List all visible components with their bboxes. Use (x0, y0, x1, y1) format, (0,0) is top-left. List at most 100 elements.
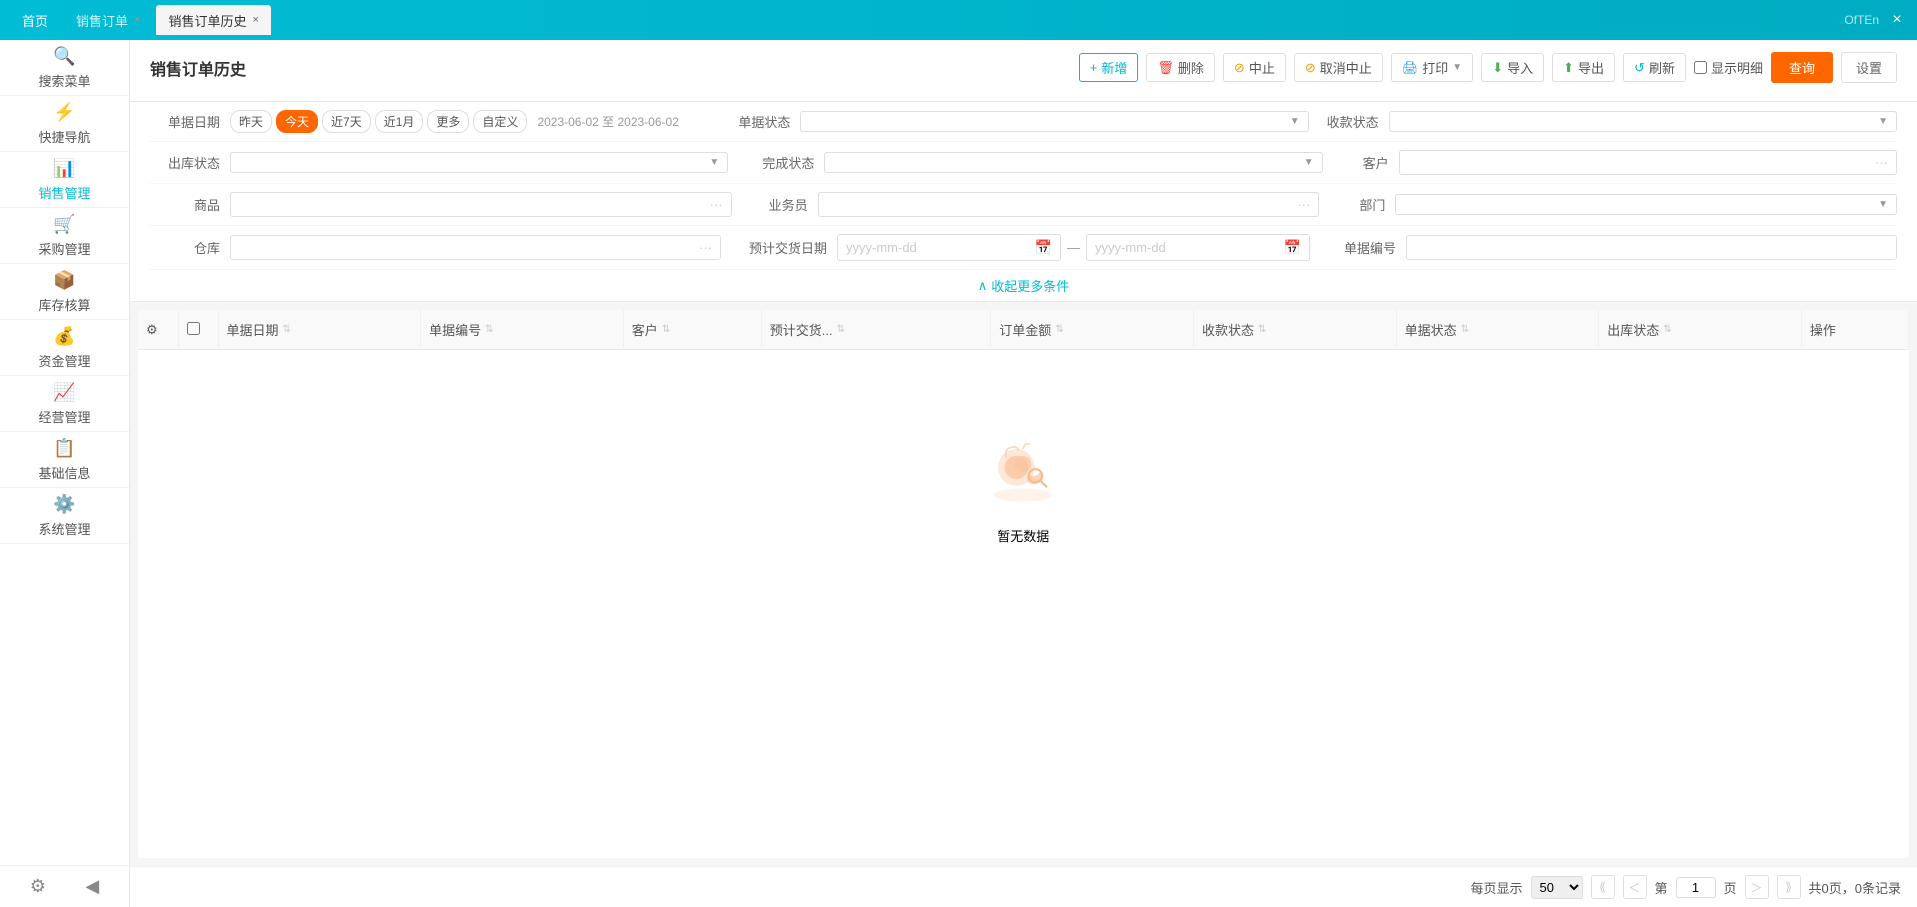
doc-no-label: 单据编号 (1336, 238, 1396, 257)
th-doc-status-label: 单据状态 (1405, 320, 1457, 339)
payment-status-select[interactable]: ▼ (1389, 111, 1897, 132)
delete-button[interactable]: 🗑 删除 (1146, 53, 1215, 82)
doc-no-field[interactable] (1415, 240, 1888, 255)
th-delivery: 预计交货... ⇅ (761, 310, 991, 350)
dept-arrow-icon: ▼ (1878, 199, 1888, 210)
collapse-btn[interactable]: ∧ 收起更多条件 (150, 270, 1897, 301)
table-header-row: ⚙ 单据日期 ⇅ 单据编号 (138, 310, 1909, 350)
salesperson-label: 业务员 (758, 195, 808, 214)
delivery-date-start[interactable]: yyyy-mm-dd 📅 (837, 234, 1061, 261)
new-button[interactable]: + 新增 (1079, 53, 1139, 82)
empty-text: 暂无数据 (997, 526, 1049, 545)
delete-icon: 🗑 (1157, 60, 1174, 76)
often-tag: OfTEn (1844, 13, 1879, 27)
sidebar-item-inventory-label: 库存核算 (38, 295, 90, 314)
window-close-btn[interactable]: × (1887, 10, 1907, 30)
complete-status-select[interactable]: ▼ (824, 152, 1322, 173)
delivery-date-range: yyyy-mm-dd 📅 — yyyy-mm-dd 📅 (837, 234, 1310, 261)
product-select[interactable]: ··· (230, 192, 732, 217)
th-doc-no-label: 单据编号 (429, 320, 481, 339)
select-all-checkbox[interactable] (187, 322, 200, 335)
tab-sales-order[interactable]: 销售订单 × (64, 5, 152, 35)
sidebar: 🔍 搜索菜单 ⚡ 快捷导航 📊 销售管理 🛒 采购管理 📦 库存核算 💰 资金管… (0, 40, 130, 907)
settings-button[interactable]: 设置 (1841, 52, 1897, 83)
delete-label: 删除 (1178, 58, 1204, 77)
export-button[interactable]: ⬆ 导出 (1552, 53, 1615, 82)
cancel-stop-button[interactable]: ⊘ 取消中止 (1294, 53, 1383, 82)
sidebar-item-operation-label: 经营管理 (38, 407, 90, 426)
th-customer-sort-icon[interactable]: ⇅ (662, 324, 670, 335)
date-btn-yesterday[interactable]: 昨天 (230, 110, 272, 133)
show-detail-checkbox[interactable] (1694, 61, 1707, 74)
import-label: 导入 (1507, 58, 1533, 77)
filter-row-1: 单据日期 昨天 今天 近7天 近1月 更多 自定义 2023-06-02 至 2… (150, 102, 1897, 142)
complete-status-label: 完成状态 (754, 153, 814, 172)
sidebar-item-base-info[interactable]: 📋 基础信息 (0, 432, 129, 488)
th-delivery-sort-icon[interactable]: ⇅ (837, 324, 845, 335)
cancel-stop-icon: ⊘ (1305, 60, 1316, 76)
print-icon: 🖨 (1402, 60, 1419, 76)
sidebar-item-purchase[interactable]: 🛒 采购管理 (0, 208, 129, 264)
th-amount-sort-icon[interactable]: ⇅ (1055, 324, 1063, 335)
pagination: 每页显示 10 20 50 100 ⟪ ＜ 第 页 ＞ ⟫ 共0页，0条记录 (130, 866, 1917, 907)
first-page-btn[interactable]: ⟪ (1591, 875, 1615, 899)
search-icon: 🔍 (53, 46, 75, 67)
tab-sales-history-close[interactable]: × (252, 14, 258, 26)
date-btn-7days[interactable]: 近7天 (322, 110, 371, 133)
tab-home[interactable]: 首页 (10, 5, 60, 35)
th-doc-status-sort-icon[interactable]: ⇅ (1461, 324, 1469, 335)
salesperson-select[interactable]: ··· (818, 192, 1320, 217)
sidebar-item-operation[interactable]: 📈 经营管理 (0, 376, 129, 432)
sidebar-item-system[interactable]: ⚙️ 系统管理 (0, 488, 129, 544)
dept-select[interactable]: ▼ (1395, 194, 1897, 215)
date-btn-custom[interactable]: 自定义 (473, 110, 527, 133)
tab-sales-order-close[interactable]: × (134, 14, 140, 26)
th-customer: 客户 ⇅ (623, 310, 761, 350)
collapse-icon: ∧ (978, 278, 988, 294)
th-outbound-status-sort-icon[interactable]: ⇅ (1663, 324, 1671, 335)
tab-sales-history-label: 销售订单历史 (168, 11, 246, 30)
date-btn-1month[interactable]: 近1月 (375, 110, 424, 133)
th-settings: ⚙ (138, 310, 178, 350)
purchase-icon: 🛒 (53, 214, 75, 235)
delivery-date-end[interactable]: yyyy-mm-dd 📅 (1086, 234, 1310, 261)
th-doc-no-sort-icon[interactable]: ⇅ (485, 324, 493, 335)
stop-button[interactable]: ⊘ 中止 (1223, 53, 1286, 82)
dept-label: 部门 (1345, 195, 1385, 214)
tab-sales-history[interactable]: 销售订单历史 × (156, 5, 270, 35)
print-button[interactable]: 🖨 打印 ▼ (1391, 53, 1473, 82)
payment-status-arrow-icon: ▼ (1878, 116, 1888, 127)
delivery-date-end-placeholder: yyyy-mm-dd (1095, 240, 1284, 255)
next-page-btn[interactable]: ＞ (1745, 875, 1769, 899)
sidebar-item-sales[interactable]: 📊 销售管理 (0, 152, 129, 208)
th-date-sort-icon[interactable]: ⇅ (283, 324, 291, 335)
sidebar-collapse-icon[interactable]: ◀ (85, 876, 99, 897)
collapse-label: 收起更多条件 (991, 276, 1069, 295)
outbound-status-select[interactable]: ▼ (230, 152, 728, 173)
date-btn-today[interactable]: 今天 (276, 110, 318, 133)
sidebar-item-system-label: 系统管理 (38, 519, 90, 538)
sidebar-settings-icon[interactable]: ⚙ (30, 876, 46, 897)
query-button[interactable]: 查询 (1771, 52, 1833, 83)
settings-gear-icon[interactable]: ⚙ (146, 322, 158, 337)
sidebar-item-inventory[interactable]: 📦 库存核算 (0, 264, 129, 320)
warehouse-select[interactable]: ··· (230, 235, 721, 260)
page-number-input[interactable] (1676, 877, 1716, 898)
doc-status-label: 单据状态 (730, 112, 790, 131)
doc-status-select[interactable]: ▼ (800, 111, 1308, 132)
empty-state-row: 暂无数据 (138, 350, 1909, 626)
sidebar-item-search[interactable]: 🔍 搜索菜单 (0, 40, 129, 96)
date-btn-more[interactable]: 更多 (427, 110, 469, 133)
customer-dots-icon: ··· (1875, 155, 1888, 170)
th-payment-status-sort-icon[interactable]: ⇅ (1258, 324, 1266, 335)
customer-select[interactable]: ··· (1399, 150, 1897, 175)
sidebar-item-quick-nav[interactable]: ⚡ 快捷导航 (0, 96, 129, 152)
prev-page-btn[interactable]: ＜ (1623, 875, 1647, 899)
sales-icon: 📊 (53, 158, 75, 179)
page-size-select[interactable]: 10 20 50 100 (1531, 876, 1583, 899)
sidebar-item-finance[interactable]: 💰 资金管理 (0, 320, 129, 376)
doc-no-input[interactable] (1406, 235, 1897, 260)
last-page-btn[interactable]: ⟫ (1777, 875, 1801, 899)
refresh-button[interactable]: ↺ 刷新 (1623, 53, 1686, 82)
import-button[interactable]: ⬇ 导入 (1481, 53, 1544, 82)
